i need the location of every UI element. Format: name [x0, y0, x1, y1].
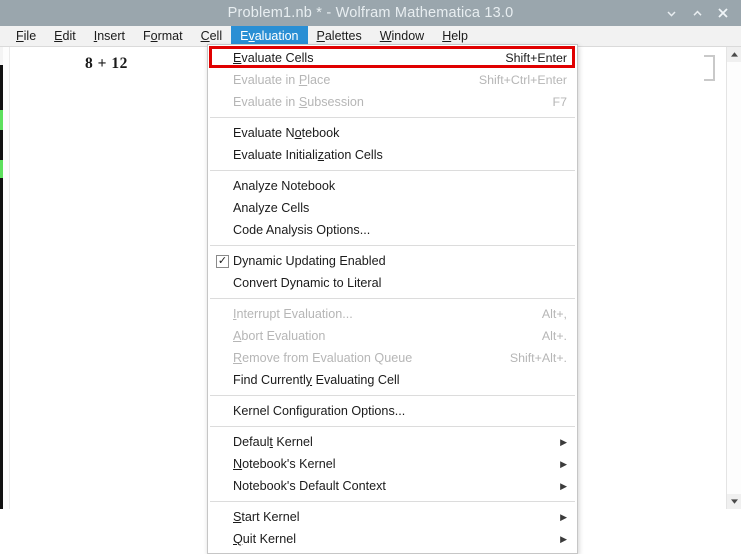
menubar-item-window[interactable]: Window — [371, 26, 433, 46]
menubar-item-insert[interactable]: Insert — [85, 26, 134, 46]
menubar-item-evaluation[interactable]: Evaluation — [231, 26, 308, 46]
menu-item-evaluate-initialization-cells[interactable]: Evaluate Initialization Cells — [208, 144, 577, 166]
menu-separator — [210, 170, 575, 171]
menu-item-analyze-notebook[interactable]: Analyze Notebook — [208, 175, 577, 197]
maximize-button[interactable] — [685, 2, 709, 24]
menu-item-shortcut: Shift+Enter — [505, 51, 567, 65]
menu-item-remove-from-evaluation-queue: Remove from Evaluation Queue Shift+Alt+. — [208, 347, 577, 369]
title-bar: Problem1.nb * - Wolfram Mathematica 13.0 — [0, 0, 741, 26]
close-button[interactable] — [711, 2, 735, 24]
menu-item-evaluate-notebook[interactable]: Evaluate Notebook — [208, 122, 577, 144]
menu-item-code-analysis-options[interactable]: Code Analysis Options... — [208, 219, 577, 241]
minimize-button[interactable] — [659, 2, 683, 24]
menu-item-label: Evaluate in Place — [233, 73, 331, 87]
menu-item-label: Remove from Evaluation Queue — [233, 351, 413, 365]
scrollbar-track[interactable] — [727, 62, 741, 494]
menu-item-label: Analyze Cells — [233, 201, 310, 215]
menu-separator — [210, 245, 575, 246]
menu-item-kernel-configuration-options[interactable]: Kernel Configuration Options... — [208, 400, 577, 422]
menu-item-shortcut: Shift+Alt+. — [509, 351, 567, 365]
menu-item-label: Notebook's Default Context — [233, 479, 386, 493]
menu-item-notebook-s-kernel[interactable]: Notebook's Kernel ▶ — [208, 453, 577, 475]
menu-item-label: Interrupt Evaluation... — [233, 307, 353, 321]
menu-item-label: Evaluate in Subsession — [233, 95, 364, 109]
notebook-left-gutter — [3, 47, 10, 509]
menubar-label: Evaluation — [240, 29, 299, 43]
menu-item-shortcut: Alt+, — [541, 307, 567, 321]
scroll-up-arrow[interactable] — [727, 47, 741, 62]
submenu-arrow-icon: ▶ — [560, 533, 567, 544]
menu-item-label: Quit Kernel — [233, 532, 297, 546]
menu-item-evaluate-in-place: Evaluate in Place Shift+Ctrl+Enter — [208, 69, 577, 91]
menu-item-evaluate-in-subsession: Evaluate in Subsession F7 — [208, 91, 577, 113]
menu-item-shortcut: Alt+. — [541, 329, 567, 343]
menubar-item-cell[interactable]: Cell — [192, 26, 232, 46]
menu-item-abort-evaluation: Abort Evaluation Alt+. — [208, 325, 577, 347]
menubar-label: Cell — [200, 29, 223, 43]
submenu-arrow-icon: ▶ — [560, 480, 567, 491]
mathematica-window: Problem1.nb * - Wolfram Mathematica 13.0… — [0, 0, 741, 554]
menubar-label: Format — [142, 29, 183, 43]
menu-item-evaluate-cells[interactable]: Evaluate Cells Shift+Enter — [208, 47, 577, 69]
menu-item-interrupt-evaluation: Interrupt Evaluation... Alt+, — [208, 303, 577, 325]
menubar-item-format[interactable]: Format — [134, 26, 192, 46]
menubar-label: Help — [442, 29, 468, 43]
menu-item-shortcut: F7 — [552, 95, 567, 109]
menu-item-label: Evaluate Notebook — [233, 126, 340, 140]
menu-separator — [210, 395, 575, 396]
triangle-up-icon — [731, 52, 738, 57]
menu-item-label: Evaluate Cells — [233, 51, 314, 65]
menu-item-label: Code Analysis Options... — [233, 223, 371, 237]
submenu-arrow-icon: ▶ — [560, 511, 567, 522]
menubar-label: File — [16, 29, 37, 43]
chevron-up-icon — [692, 10, 702, 16]
menu-item-label: Start Kernel — [233, 510, 300, 524]
menu-item-label: Evaluate Initialization Cells — [233, 148, 383, 162]
menu-separator — [210, 426, 575, 427]
menu-separator — [210, 298, 575, 299]
menubar-item-edit[interactable]: Edit — [45, 26, 85, 46]
scroll-down-arrow[interactable] — [727, 494, 741, 509]
menu-item-analyze-cells[interactable]: Analyze Cells — [208, 197, 577, 219]
menu-item-label: Dynamic Updating Enabled — [233, 254, 386, 268]
menu-item-label: Analyze Notebook — [233, 179, 336, 193]
notebook-input-cell[interactable]: 8 + 12 — [85, 55, 128, 73]
menu-item-shortcut: Shift+Ctrl+Enter — [478, 73, 567, 87]
menubar-label: Insert — [93, 29, 125, 43]
triangle-down-icon — [731, 499, 738, 504]
menu-item-quit-kernel[interactable]: Quit Kernel ▶ — [208, 528, 577, 550]
menu-item-dynamic-updating-enabled[interactable]: ✓ Dynamic Updating Enabled — [208, 250, 577, 272]
menu-item-convert-dynamic-to-literal[interactable]: Convert Dynamic to Literal — [208, 272, 577, 294]
menu-item-label: Convert Dynamic to Literal — [233, 276, 382, 290]
menubar-item-file[interactable]: File — [7, 26, 45, 46]
evaluation-menu-items: Evaluate Cells Shift+Enter Evaluate in Pla… — [208, 47, 577, 550]
menubar-item-help[interactable]: Help — [433, 26, 477, 46]
menubar-label: Window — [379, 29, 425, 43]
menu-item-label: Default Kernel — [233, 435, 313, 449]
vertical-scrollbar[interactable] — [726, 47, 741, 509]
close-icon — [718, 8, 728, 18]
submenu-arrow-icon: ▶ — [560, 458, 567, 469]
menubar-item-palettes[interactable]: Palettes — [308, 26, 371, 46]
menu-separator — [210, 117, 575, 118]
window-controls — [659, 0, 735, 26]
menu-item-start-kernel[interactable]: Start Kernel ▶ — [208, 506, 577, 528]
menu-item-label: Notebook's Kernel — [233, 457, 336, 471]
menu-item-notebook-s-default-context[interactable]: Notebook's Default Context ▶ — [208, 475, 577, 497]
cell-bracket[interactable] — [704, 55, 715, 81]
menu-item-label: Find Currently Evaluating Cell — [233, 373, 400, 387]
menubar-label: Edit — [54, 29, 76, 43]
menu-separator — [210, 501, 575, 502]
chevron-down-icon — [666, 10, 676, 17]
menu-item-default-kernel[interactable]: Default Kernel ▶ — [208, 431, 577, 453]
menubar-label: Palettes — [316, 29, 362, 43]
evaluation-dropdown-menu[interactable]: Evaluate Cells Shift+Enter Evaluate in Pla… — [207, 44, 578, 554]
menu-item-label: Abort Evaluation — [233, 329, 326, 343]
checkmark-icon: ✓ — [216, 254, 229, 268]
menu-item-find-currently-evaluating-cell[interactable]: Find Currently Evaluating Cell — [208, 369, 577, 391]
menu-item-label: Kernel Configuration Options... — [233, 404, 406, 418]
submenu-arrow-icon: ▶ — [560, 436, 567, 447]
window-title: Problem1.nb * - Wolfram Mathematica 13.0 — [227, 5, 514, 21]
